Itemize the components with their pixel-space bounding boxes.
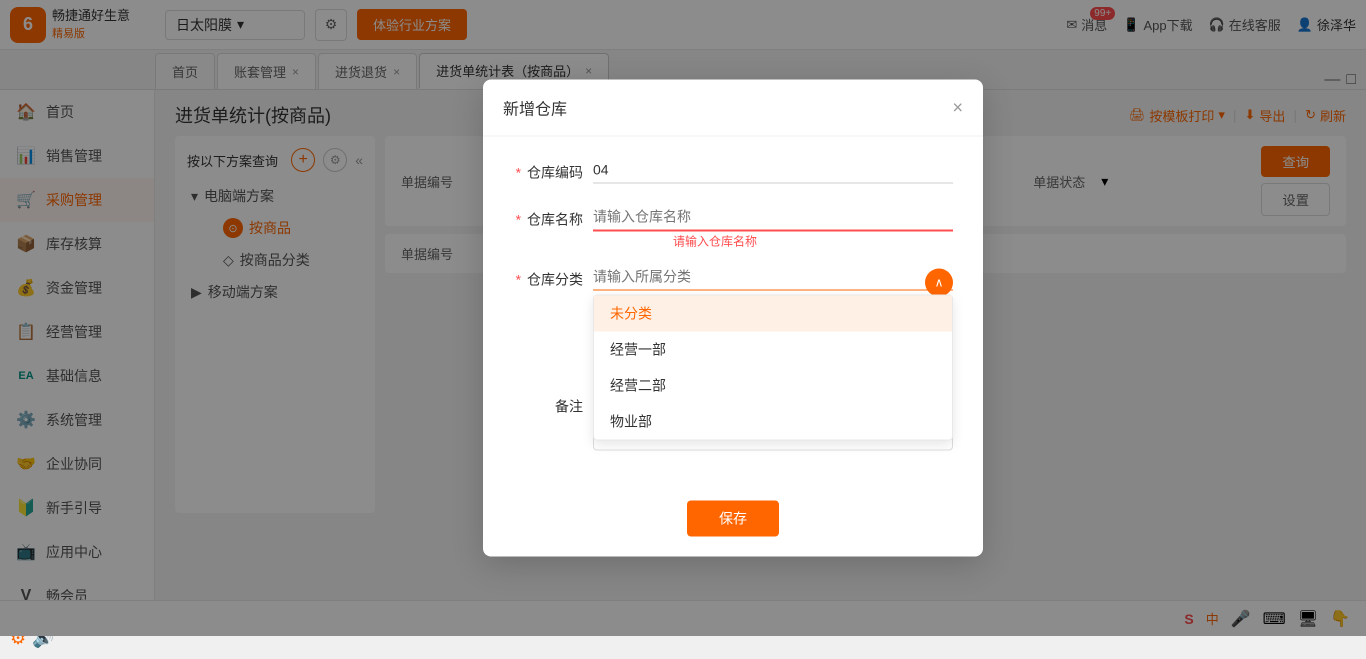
name-label: * 仓库名称 bbox=[513, 204, 593, 230]
category-dropdown: 未分类 经营一部 经营二部 物业部 bbox=[593, 295, 953, 441]
code-label: * 仓库编码 bbox=[513, 157, 593, 183]
dropdown-item-dept1[interactable]: 经营一部 bbox=[594, 332, 952, 368]
modal-close-button[interactable]: × bbox=[952, 97, 963, 118]
note-form-label: 备注 bbox=[513, 391, 593, 417]
required-icon-code: * bbox=[516, 165, 521, 181]
modal-title: 新增仓库 bbox=[503, 96, 567, 120]
code-input[interactable] bbox=[593, 157, 953, 184]
category-select-wrapper: ∧ 未分类 经营一部 经营二部 物业部 bbox=[593, 264, 953, 291]
dropdown-item-dept3[interactable]: 物业部 bbox=[594, 404, 952, 440]
dropdown-item-uncategorized[interactable]: 未分类 bbox=[594, 296, 952, 332]
modal-footer: 保存 bbox=[483, 501, 983, 537]
form-row-code: * 仓库编码 bbox=[513, 157, 953, 184]
category-input[interactable] bbox=[593, 264, 953, 291]
form-row-name: * 仓库名称 请输入仓库名称 bbox=[513, 204, 953, 232]
name-field-wrapper: 请输入仓库名称 bbox=[593, 204, 953, 232]
form-row-category: * 仓库分类 ∧ 未分类 经营一部 经营二部 物业部 bbox=[513, 264, 953, 291]
new-warehouse-modal: 新增仓库 × * 仓库编码 * 仓库名称 请输入仓库名称 * bbox=[483, 80, 983, 557]
category-arrow-button[interactable]: ∧ bbox=[925, 269, 953, 297]
modal-body: * 仓库编码 * 仓库名称 请输入仓库名称 * 仓库分类 ∧ bbox=[483, 137, 983, 491]
dropdown-item-dept2[interactable]: 经营二部 bbox=[594, 368, 952, 404]
save-button[interactable]: 保存 bbox=[687, 501, 779, 537]
name-error-message: 请输入仓库名称 bbox=[673, 233, 757, 250]
name-input[interactable] bbox=[593, 204, 953, 232]
required-icon-name: * bbox=[516, 212, 521, 228]
modal-header: 新增仓库 × bbox=[483, 80, 983, 137]
required-icon-category: * bbox=[516, 272, 521, 288]
category-label: * 仓库分类 bbox=[513, 264, 593, 290]
